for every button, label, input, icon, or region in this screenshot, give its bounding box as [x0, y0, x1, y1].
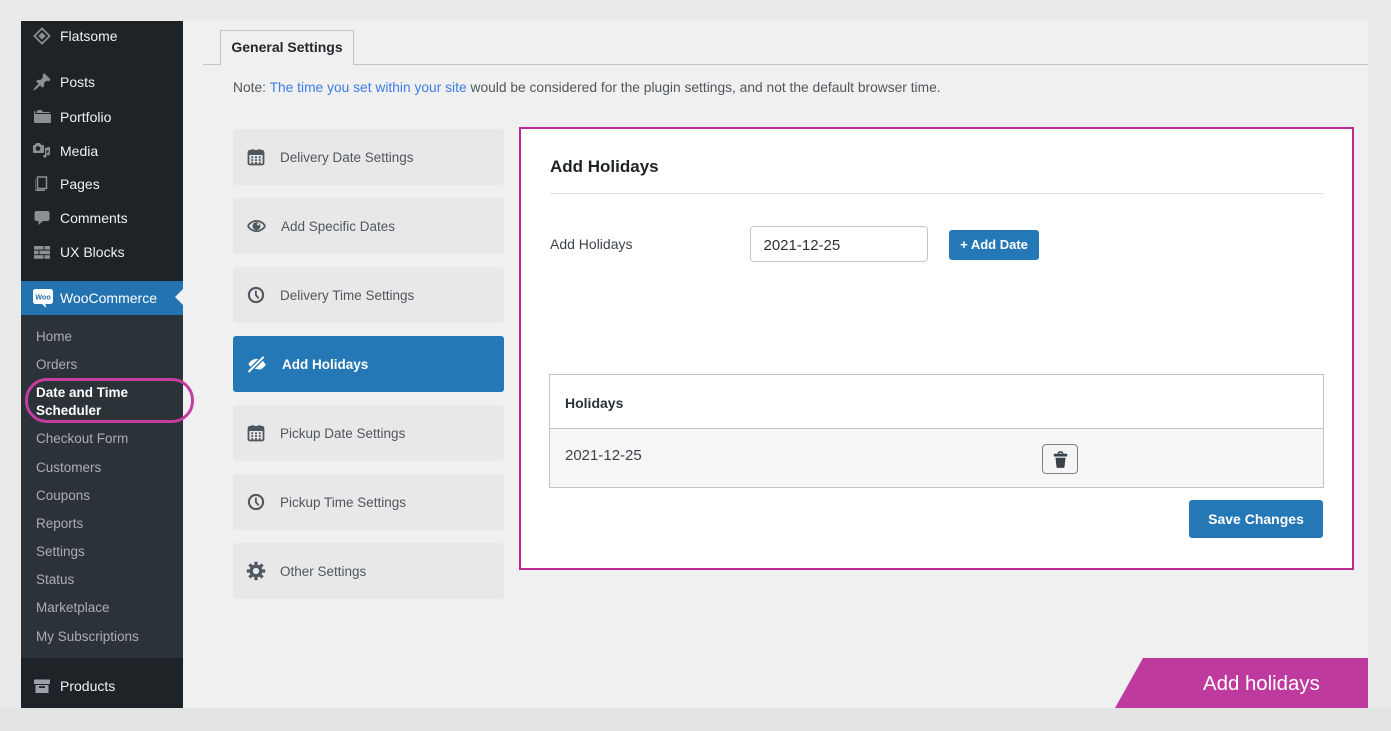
svg-text:Woo: Woo: [35, 292, 51, 301]
